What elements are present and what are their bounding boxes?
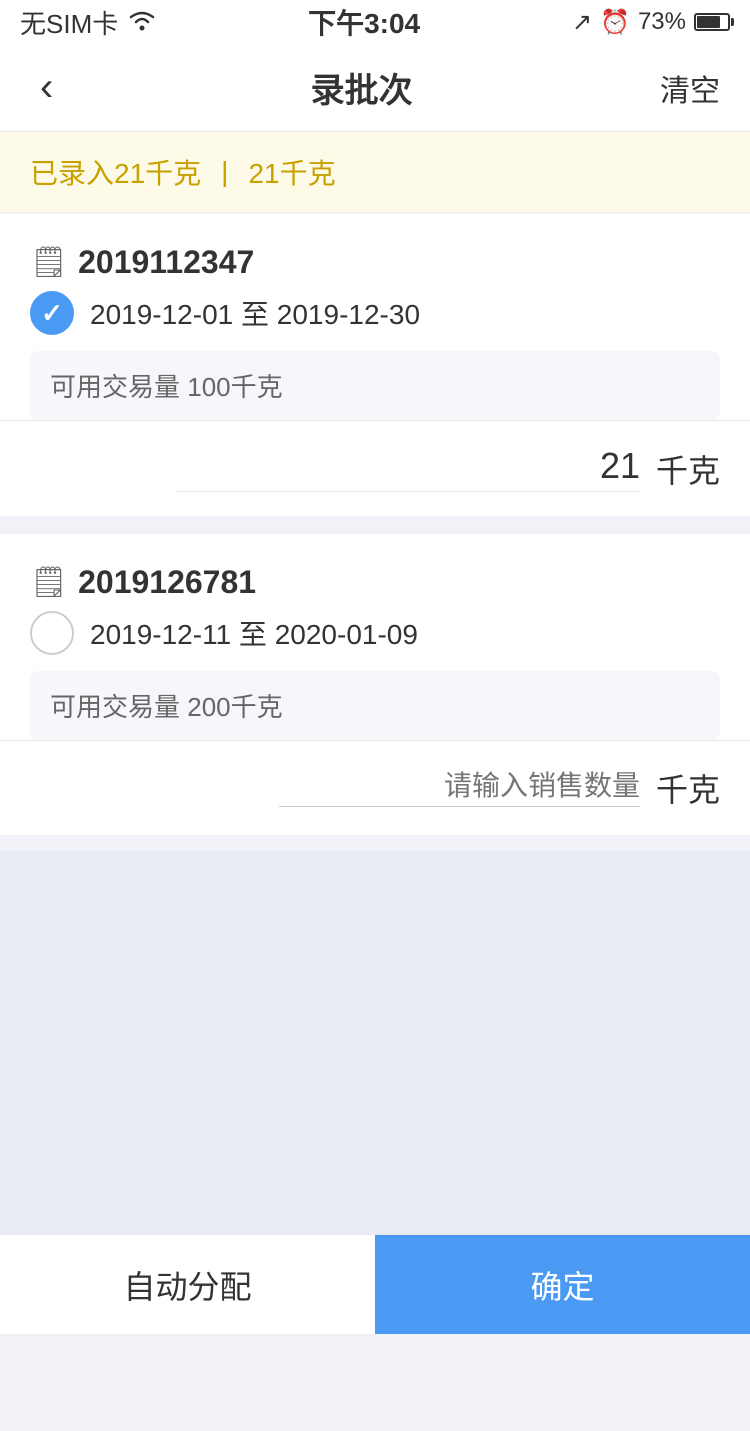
batch-2-radio[interactable] bbox=[30, 611, 74, 655]
battery-icon bbox=[694, 13, 730, 31]
alarm-icon: ⏰ bbox=[600, 8, 630, 37]
status-time: 下午3:04 bbox=[308, 2, 420, 42]
batch-1-icon: 🗒 bbox=[30, 245, 68, 280]
batch-1-date: 2019-12-01 至 2019-12-30 bbox=[90, 293, 420, 333]
batch-1-available-label: 可用交易量 bbox=[50, 372, 180, 402]
batch-2-header: 🗒 2019126781 bbox=[30, 564, 720, 601]
batch-1-input-wrapper: 千克 bbox=[175, 445, 720, 492]
auto-distribute-button[interactable]: 自动分配 bbox=[0, 1235, 375, 1334]
status-left: 无SIM卡 bbox=[20, 4, 156, 41]
nav-bar: ‹ 录批次 清空 bbox=[0, 44, 750, 132]
battery-percent: 73% bbox=[638, 8, 686, 36]
carrier-label: 无SIM卡 bbox=[20, 4, 118, 41]
wifi-icon bbox=[128, 7, 156, 38]
batch-1-id: 2019112347 bbox=[78, 244, 254, 281]
status-bar: 无SIM卡 下午3:04 ↗ ⏰ 73% bbox=[0, 0, 750, 44]
batch-card-1: 🗒 2019112347 2019-12-01 至 2019-12-30 可用交… bbox=[0, 214, 750, 420]
batch-2-id: 2019126781 bbox=[78, 564, 256, 601]
info-banner: 已录入21千克 | 21千克 bbox=[0, 132, 750, 212]
info-divider: | bbox=[221, 156, 228, 188]
batch-2-available-label: 可用交易量 bbox=[50, 692, 180, 722]
batch-1-av: 100千克 bbox=[187, 372, 282, 402]
batch-2-available: 可用交易量 200千克 bbox=[30, 671, 720, 740]
card-divider-1 bbox=[0, 516, 750, 532]
batch-1-quantity-row: 千克 bbox=[0, 420, 750, 516]
batch-card-2: 🗒 2019126781 2019-12-11 至 2020-01-09 可用交… bbox=[0, 534, 750, 740]
batch-2-input-wrapper: 千克 bbox=[279, 765, 720, 811]
batch-2-date: 2019-12-11 至 2020-01-09 bbox=[90, 613, 418, 653]
location-icon: ↗ bbox=[572, 8, 592, 37]
status-right: ↗ ⏰ 73% bbox=[572, 8, 730, 37]
batch-1-header: 🗒 2019112347 bbox=[30, 244, 720, 281]
batch-2-av: 200千克 bbox=[187, 692, 282, 722]
batch-2-date-row: 2019-12-11 至 2020-01-09 bbox=[30, 611, 720, 655]
page-title: 录批次 bbox=[311, 63, 413, 112]
batch-1-available: 可用交易量 100千克 bbox=[30, 351, 720, 420]
bottom-bar: 自动分配 确定 bbox=[0, 1234, 750, 1334]
batch-2-quantity-row: 千克 bbox=[0, 740, 750, 835]
batch-1-radio[interactable] bbox=[30, 291, 74, 335]
recorded-amount-label: 已录入21千克 bbox=[30, 152, 201, 192]
clear-button[interactable]: 清空 bbox=[660, 66, 720, 110]
back-button[interactable]: ‹ bbox=[30, 55, 63, 120]
batch-1-date-row: 2019-12-01 至 2019-12-30 bbox=[30, 291, 720, 335]
info-value: 21千克 bbox=[248, 152, 335, 192]
batch-2-quantity-input[interactable] bbox=[279, 770, 640, 807]
batch-1-quantity-input[interactable] bbox=[175, 445, 640, 492]
batch-2-unit: 千克 bbox=[656, 765, 720, 811]
batch-2-icon: 🗒 bbox=[30, 565, 68, 600]
card-divider-2 bbox=[0, 835, 750, 851]
batch-1-unit: 千克 bbox=[656, 446, 720, 492]
confirm-button[interactable]: 确定 bbox=[375, 1235, 750, 1334]
